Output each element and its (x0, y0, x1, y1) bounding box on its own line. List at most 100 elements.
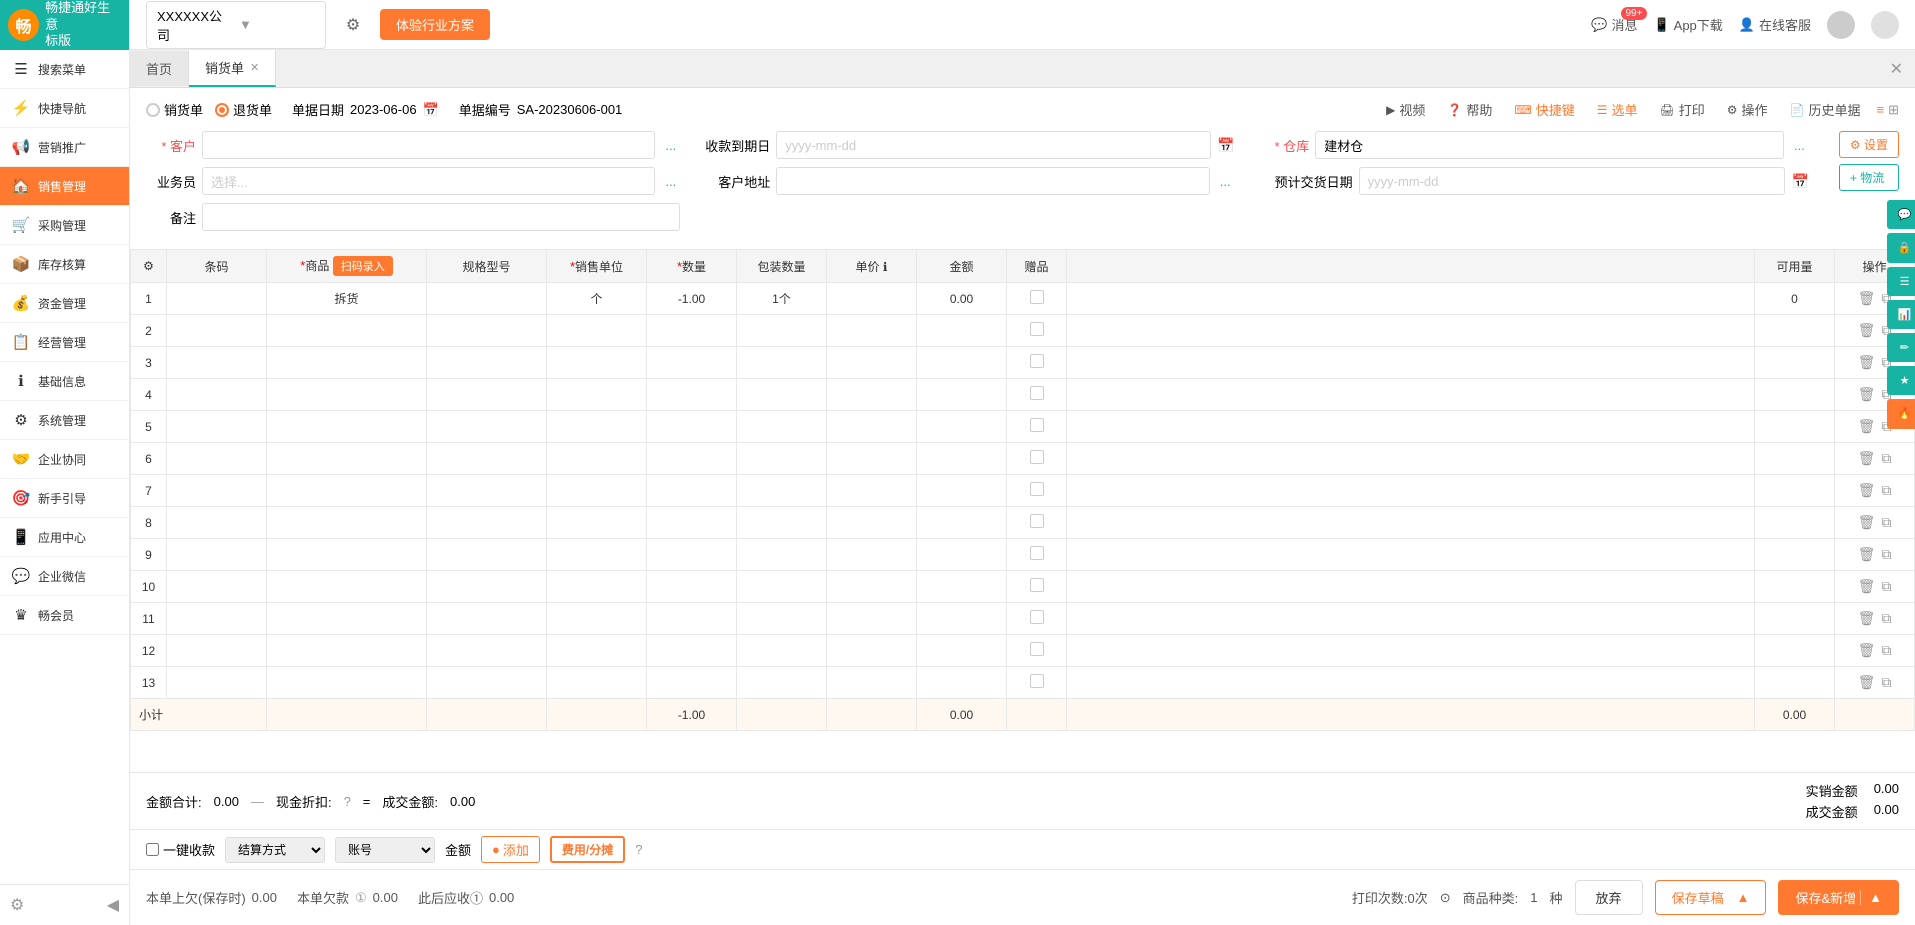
cell-amount-2[interactable] (917, 315, 1007, 347)
radio-return[interactable]: 退货单 (215, 100, 272, 119)
copy-icon-6[interactable]: ⧉ (1881, 450, 1891, 467)
copy-icon-7[interactable]: ⧉ (1881, 482, 1891, 499)
company-select[interactable]: XXXXXX公司 ▼ (146, 1, 326, 49)
cell-qty-8[interactable] (647, 507, 737, 539)
cell-barcode-8[interactable] (167, 507, 267, 539)
cell-pack-1[interactable]: 1个 (737, 283, 827, 315)
cell-qty-10[interactable] (647, 571, 737, 603)
cell-barcode-7[interactable] (167, 475, 267, 507)
cell-qty-11[interactable] (647, 603, 737, 635)
cell-unit-9[interactable] (547, 539, 647, 571)
tab-close-sales_order[interactable]: ✕ (250, 61, 259, 74)
view-grid-icon[interactable]: ⊞ (1888, 102, 1899, 118)
cell-pack-6[interactable] (737, 443, 827, 475)
cell-price-13[interactable] (827, 667, 917, 699)
sidebar-item-sales[interactable]: 🏠 销售管理 (0, 167, 129, 206)
settlement-select[interactable]: 结算方式 (225, 837, 325, 863)
cell-spec-2[interactable] (427, 315, 547, 347)
cell-barcode-5[interactable] (167, 411, 267, 443)
cell-barcode-1[interactable] (167, 283, 267, 315)
edit-float[interactable]: ✏ (1887, 333, 1915, 362)
cell-product-11[interactable] (267, 603, 427, 635)
cell-pack-11[interactable] (737, 603, 827, 635)
cell-spec-3[interactable] (427, 347, 547, 379)
gift-checkbox-10[interactable] (1030, 578, 1044, 592)
gift-checkbox-2[interactable] (1030, 322, 1044, 336)
cell-barcode-9[interactable] (167, 539, 267, 571)
cell-price-3[interactable] (827, 347, 917, 379)
delete-icon-3[interactable]: 🗑 (1858, 354, 1876, 371)
sidebar-item-inventory[interactable]: 📦 库存核算 (0, 245, 129, 284)
cell-unit-13[interactable] (547, 667, 647, 699)
gift-checkbox-11[interactable] (1030, 610, 1044, 624)
cell-price-4[interactable] (827, 379, 917, 411)
gift-checkbox-5[interactable] (1030, 418, 1044, 432)
delete-icon-4[interactable]: 🗑 (1858, 386, 1876, 403)
cell-amount-13[interactable] (917, 667, 1007, 699)
current-debt-info-icon[interactable]: ① (355, 890, 367, 906)
cell-gift-6[interactable] (1007, 443, 1067, 475)
delete-icon-10[interactable]: 🗑 (1858, 578, 1876, 595)
cell-spec-4[interactable] (427, 379, 547, 411)
cell-unit-8[interactable] (547, 507, 647, 539)
delete-icon-6[interactable]: 🗑 (1858, 450, 1876, 467)
cell-unit-11[interactable] (547, 603, 647, 635)
cell-unit-12[interactable] (547, 635, 647, 667)
cell-barcode-10[interactable] (167, 571, 267, 603)
cell-qty-1[interactable]: -1.00 (647, 283, 737, 315)
cell-amount-6[interactable] (917, 443, 1007, 475)
cell-unit-2[interactable] (547, 315, 647, 347)
cell-price-6[interactable] (827, 443, 917, 475)
customer-input[interactable] (202, 131, 655, 159)
cell-product-10[interactable] (267, 571, 427, 603)
cell-amount-7[interactable] (917, 475, 1007, 507)
cell-barcode-2[interactable] (167, 315, 267, 347)
gift-checkbox-12[interactable] (1030, 642, 1044, 656)
add-btn[interactable]: ● 添加 (481, 836, 540, 863)
cell-product-5[interactable] (267, 411, 427, 443)
cell-barcode-6[interactable] (167, 443, 267, 475)
toolbar-print-btn[interactable]: 🖨 打印 (1654, 98, 1711, 121)
cell-product-6[interactable] (267, 443, 427, 475)
cell-unit-1[interactable]: 个 (547, 283, 647, 315)
gift-checkbox-7[interactable] (1030, 482, 1044, 496)
customer-address-input[interactable] (776, 167, 1209, 195)
cell-amount-4[interactable] (917, 379, 1007, 411)
cell-spec-12[interactable] (427, 635, 547, 667)
save-new-btn[interactable]: 保存&新增 ▲ (1778, 880, 1899, 915)
cell-qty-13[interactable] (647, 667, 737, 699)
delete-icon-5[interactable]: 🗑 (1858, 418, 1876, 435)
cell-amount-1[interactable]: 0.00 (917, 283, 1007, 315)
cell-product-12[interactable] (267, 635, 427, 667)
tab-sales_order[interactable]: 销货单✕ (189, 50, 276, 87)
sidebar-item-capital[interactable]: 💰 资金管理 (0, 284, 129, 323)
cell-pack-4[interactable] (737, 379, 827, 411)
cell-pack-7[interactable] (737, 475, 827, 507)
one-click-checkbox[interactable] (146, 843, 159, 856)
gift-checkbox-13[interactable] (1030, 674, 1044, 688)
expense-help-icon[interactable]: ? (635, 842, 642, 857)
cell-gift-9[interactable] (1007, 539, 1067, 571)
tab-home[interactable]: 首页 (130, 51, 189, 86)
toolbar-select-btn[interactable]: ☰ 选单 (1591, 98, 1644, 121)
sidebar-item-guide[interactable]: 🎯 新手引导 (0, 479, 129, 518)
cell-spec-5[interactable] (427, 411, 547, 443)
cell-barcode-11[interactable] (167, 603, 267, 635)
cell-price-1[interactable] (827, 283, 917, 315)
copy-icon-9[interactable]: ⧉ (1881, 546, 1891, 563)
toolbar-video-btn[interactable]: ▶ 视频 (1380, 98, 1431, 121)
expected-delivery-input[interactable]: yyyy-mm-dd (1359, 167, 1786, 195)
avatar[interactable] (1827, 11, 1855, 39)
cell-unit-5[interactable] (547, 411, 647, 443)
tab-close-all[interactable]: ✕ (1878, 59, 1915, 79)
cell-pack-9[interactable] (737, 539, 827, 571)
gift-checkbox-1[interactable] (1030, 290, 1044, 304)
cell-gift-13[interactable] (1007, 667, 1067, 699)
cell-spec-9[interactable] (427, 539, 547, 571)
cell-unit-3[interactable] (547, 347, 647, 379)
sidebar-item-marketing[interactable]: 📢 营销推广 (0, 128, 129, 167)
collapse-icon[interactable]: ◀ (107, 895, 119, 915)
chart-float[interactable]: 📊 (1887, 300, 1915, 329)
cell-product-8[interactable] (267, 507, 427, 539)
cell-price-8[interactable] (827, 507, 917, 539)
